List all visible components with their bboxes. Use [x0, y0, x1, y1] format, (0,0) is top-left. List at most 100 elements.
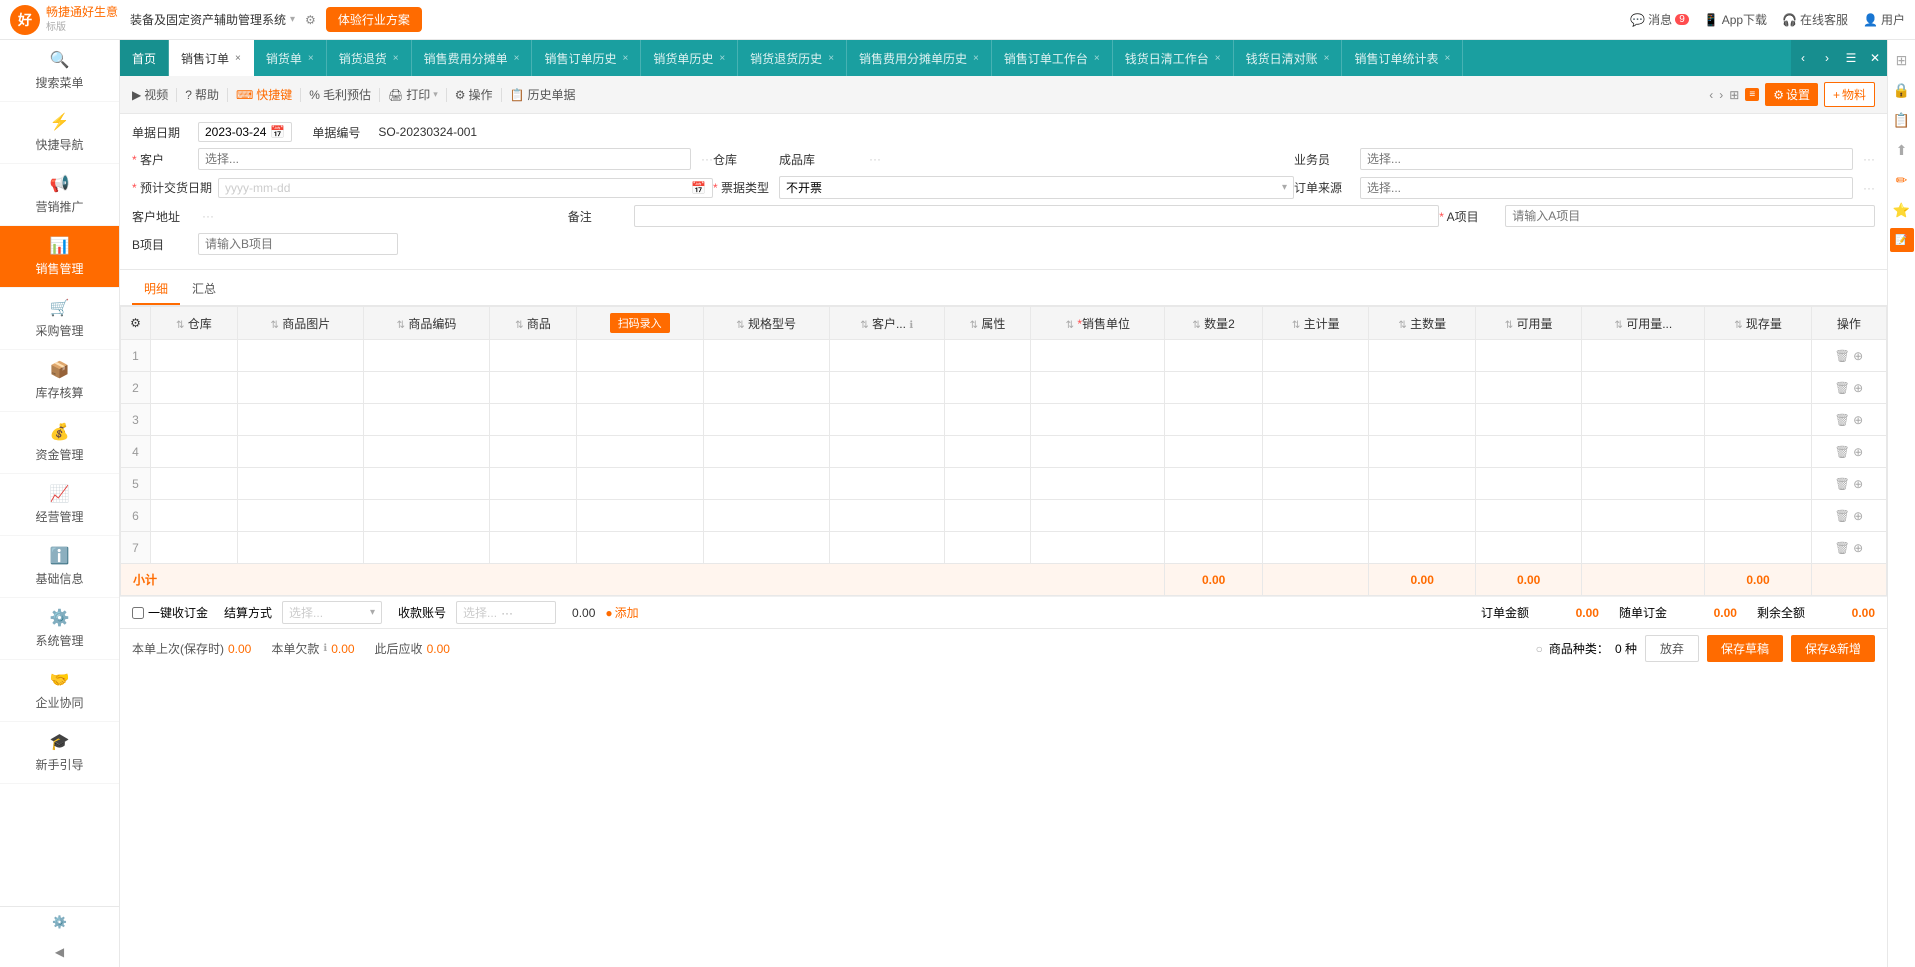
row-custcode-5[interactable]	[829, 468, 944, 500]
row-warehouse-6[interactable]	[151, 500, 238, 532]
customer-input[interactable]	[198, 148, 691, 170]
tab-detail[interactable]: 明细	[132, 274, 180, 305]
tab-home[interactable]: 首页	[120, 40, 169, 76]
row-code-7[interactable]	[363, 532, 489, 564]
add-material-button[interactable]: + 物料	[1824, 82, 1875, 107]
delete-icon-5[interactable]: 🗑	[1835, 477, 1850, 491]
toolbar-list-icon[interactable]: ≡	[1745, 88, 1759, 101]
row-unit-6[interactable]	[1031, 500, 1165, 532]
save-new-btn[interactable]: 保存&新增	[1791, 635, 1875, 662]
tab-close-sales-order[interactable]: ×	[235, 53, 241, 64]
th-customer-code[interactable]: ⇅ 客户... ℹ	[829, 307, 944, 340]
copy-icon-1[interactable]: ⊕	[1853, 349, 1863, 363]
row-code-6[interactable]	[363, 500, 489, 532]
right-panel-icon-4[interactable]: ⬆	[1890, 138, 1914, 162]
delete-icon-1[interactable]: 🗑	[1835, 349, 1850, 363]
row-attr-4[interactable]	[944, 436, 1031, 468]
row-warehouse-7[interactable]	[151, 532, 238, 564]
th-main-unit[interactable]: ⇅ 主计量	[1263, 307, 1369, 340]
row-mainqty-1[interactable]	[1369, 340, 1475, 372]
th-main-qty[interactable]: ⇅ 主数量	[1369, 307, 1475, 340]
tab-sales-slip[interactable]: 销货单 ×	[254, 40, 327, 76]
row-attr-2[interactable]	[944, 372, 1031, 404]
row-qty2-6[interactable]	[1165, 500, 1263, 532]
discard-btn[interactable]: 放弃	[1645, 635, 1699, 662]
row-attr-5[interactable]	[944, 468, 1031, 500]
settings-icon[interactable]: ⚙	[305, 13, 316, 27]
sidebar-item-guide[interactable]: 🎓 新手引导	[0, 722, 119, 784]
row-spec-1[interactable]	[703, 340, 829, 372]
method-select[interactable]: 选择... ▾	[282, 601, 382, 624]
a-project-input[interactable]	[1505, 205, 1875, 227]
tab-expense[interactable]: 销售费用分摊单 ×	[412, 40, 533, 76]
row-mainqty-3[interactable]	[1369, 404, 1475, 436]
th-available[interactable]: ⇅ 可用量	[1475, 307, 1581, 340]
tab-summary[interactable]: 汇总	[180, 274, 228, 305]
warehouse-dots[interactable]: ···	[869, 152, 881, 166]
tab-expense-history[interactable]: 销售费用分摊单历史 ×	[847, 40, 992, 76]
one-click-label[interactable]: 一键收订金	[132, 604, 208, 621]
sidebar-item-marketing[interactable]: 📢 营销推广	[0, 164, 119, 226]
sidebar-item-purchase[interactable]: 🛒 采购管理	[0, 288, 119, 350]
th-warehouse[interactable]: ⇅ 仓库	[151, 307, 238, 340]
tab-close-sales-slip[interactable]: ×	[308, 53, 314, 64]
row-qty2-2[interactable]	[1165, 372, 1263, 404]
order-source-dots[interactable]: ···	[1863, 181, 1875, 195]
right-panel-icon-2[interactable]: 🔒	[1890, 78, 1914, 102]
sidebar-item-basic[interactable]: ℹ️ 基础信息	[0, 536, 119, 598]
invoice-select[interactable]: 不开票 ▾	[779, 176, 1294, 199]
tab-reconcile[interactable]: 钱货日清对账 ×	[1234, 40, 1343, 76]
row-warehouse-3[interactable]	[151, 404, 238, 436]
app-download-btn[interactable]: 📱 App下载	[1704, 11, 1767, 28]
copy-icon-4[interactable]: ⊕	[1853, 445, 1863, 459]
tab-return-history[interactable]: 销货退货历史 ×	[738, 40, 847, 76]
tab-order-history[interactable]: 销售订单历史 ×	[532, 40, 641, 76]
right-panel-icon-6[interactable]: ⭐	[1890, 198, 1914, 222]
tab-close-return[interactable]: ×	[393, 53, 399, 64]
row-code-2[interactable]	[363, 372, 489, 404]
one-click-checkbox[interactable]	[132, 607, 144, 619]
user-avatar[interactable]: 👤 用户	[1863, 11, 1905, 28]
row-unit-3[interactable]	[1031, 404, 1165, 436]
toolbar-shortcut[interactable]: ⌨ 快捷键	[236, 86, 292, 103]
row-mainqty-4[interactable]	[1369, 436, 1475, 468]
b-project-input[interactable]	[198, 233, 398, 255]
messages-btn[interactable]: 💬 消息 9	[1630, 11, 1689, 28]
sidebar-item-operation[interactable]: 📈 经营管理	[0, 474, 119, 536]
delete-icon-7[interactable]: 🗑	[1835, 541, 1850, 555]
row-qty2-1[interactable]	[1165, 340, 1263, 372]
sidebar-collapse[interactable]: ◀	[0, 937, 119, 967]
row-code-5[interactable]	[363, 468, 489, 500]
row-qty2-4[interactable]	[1165, 436, 1263, 468]
row-qty2-7[interactable]	[1165, 532, 1263, 564]
row-attr-1[interactable]	[944, 340, 1031, 372]
toolbar-video[interactable]: ▶ 视频	[132, 86, 168, 103]
account-select[interactable]: 选择... ···	[456, 601, 556, 624]
delete-icon-3[interactable]: 🗑	[1835, 413, 1850, 427]
tab-close-expense[interactable]: ×	[514, 53, 520, 64]
row-product-7[interactable]	[490, 532, 577, 564]
toolbar-nav-right[interactable]: ›	[1719, 88, 1723, 102]
copy-icon-3[interactable]: ⊕	[1853, 413, 1863, 427]
note-input[interactable]	[634, 205, 1440, 227]
th-unit[interactable]: ⇅ *销售单位	[1031, 307, 1165, 340]
tab-sales-order[interactable]: 销售订单 ×	[169, 40, 254, 76]
delete-icon-4[interactable]: 🗑	[1835, 445, 1850, 459]
system-dropdown-arrow[interactable]: ▾	[290, 14, 295, 25]
sidebar-settings[interactable]: ⚙️	[0, 907, 119, 937]
delete-icon-2[interactable]: 🗑	[1835, 381, 1850, 395]
th-spec[interactable]: ⇅ 规格型号	[703, 307, 829, 340]
row-product-3[interactable]	[490, 404, 577, 436]
row-unit-1[interactable]	[1031, 340, 1165, 372]
industry-btn[interactable]: 体验行业方案	[326, 7, 422, 32]
row-warehouse-1[interactable]	[151, 340, 238, 372]
toolbar-print[interactable]: 🖨 打印 ▾	[388, 86, 438, 103]
tab-close-return-history[interactable]: ×	[828, 53, 834, 64]
delivery-input[interactable]: yyyy-mm-dd 📅	[218, 178, 713, 198]
row-attr-7[interactable]	[944, 532, 1031, 564]
date-input[interactable]: 2023-03-24 📅	[198, 122, 292, 142]
row-spec-4[interactable]	[703, 436, 829, 468]
settings-button[interactable]: ⚙ 设置	[1765, 83, 1818, 106]
th-code[interactable]: ⇅ 商品编码	[363, 307, 489, 340]
add-payment-btn[interactable]: ● 添加	[605, 604, 638, 621]
